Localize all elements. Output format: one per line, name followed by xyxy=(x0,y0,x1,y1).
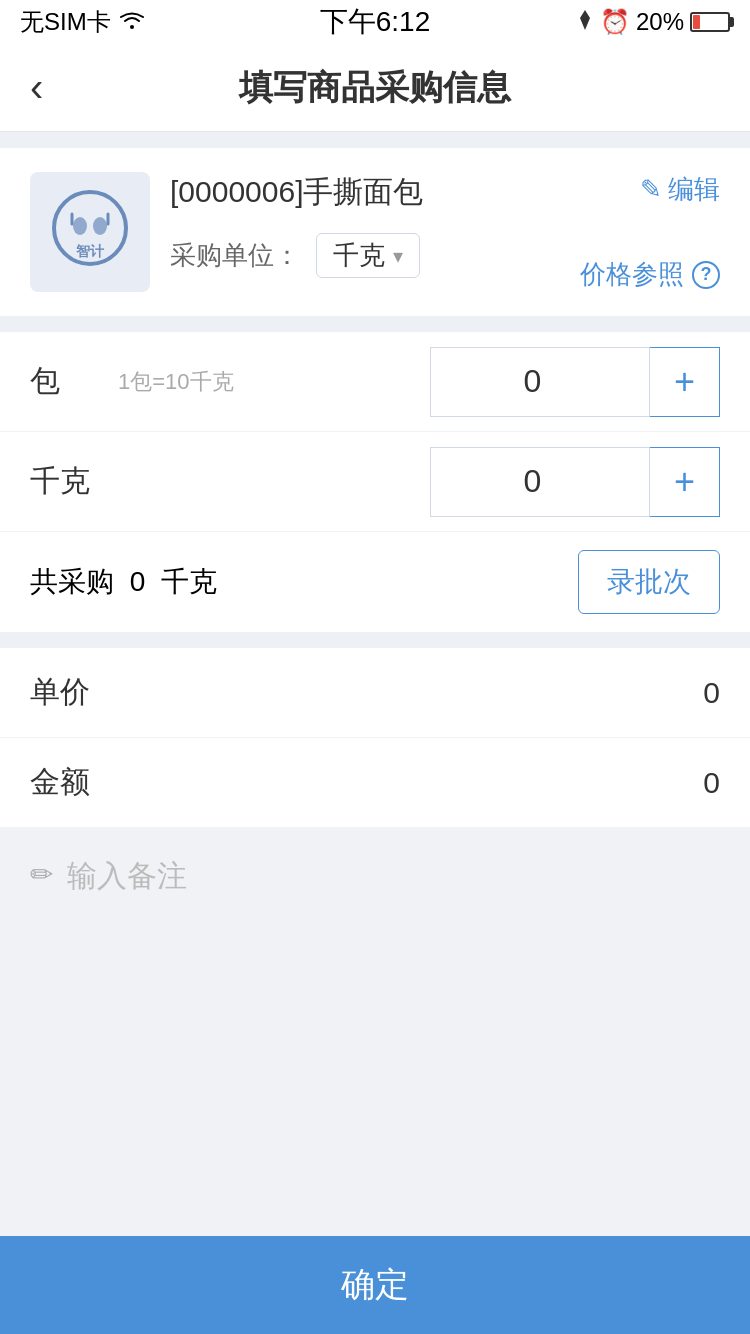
product-name: [0000006]手撕面包 xyxy=(170,172,720,213)
unit-price-label: 单价 xyxy=(30,672,90,713)
page-title: 填写商品采购信息 xyxy=(239,65,511,111)
pack-plus-button[interactable]: + xyxy=(650,347,720,417)
pack-controls: + xyxy=(430,347,720,417)
price-section: 单价 0 金额 0 xyxy=(0,648,750,828)
mid-divider xyxy=(0,316,750,332)
pack-input-row: 包 1包=10千克 + xyxy=(0,332,750,432)
status-right: ⏰ 20% xyxy=(576,8,730,36)
svg-text:智计: 智计 xyxy=(75,243,105,259)
unit-label: 采购单位： xyxy=(170,238,300,273)
chevron-down-icon: ▾ xyxy=(393,244,403,268)
unit-price-row: 单价 0 xyxy=(0,648,750,738)
pack-label: 包 xyxy=(30,361,110,402)
edit-icon: ✎ xyxy=(640,174,662,205)
summary-text: 共采购 0 千克 xyxy=(30,563,217,601)
kg-controls: + xyxy=(430,447,720,517)
product-logo: 智计 xyxy=(50,188,130,277)
svg-point-2 xyxy=(93,217,107,235)
pack-sub-label: 1包=10千克 xyxy=(118,367,234,397)
product-section: 智计 [0000006]手撕面包 采购单位： 千克 ▾ ✎ 编辑 价格参照 ? xyxy=(0,148,750,316)
pack-input[interactable] xyxy=(430,347,650,417)
nav-bar: ‹ 填写商品采购信息 xyxy=(0,44,750,132)
price-ref-button[interactable]: 价格参照 ? xyxy=(580,257,720,292)
back-button[interactable]: ‹ xyxy=(30,65,43,110)
kg-input[interactable] xyxy=(430,447,650,517)
amount-value: 0 xyxy=(703,766,720,800)
amount-label: 金额 xyxy=(30,762,90,803)
battery-icon xyxy=(690,12,730,32)
note-placeholder: 输入备注 xyxy=(67,856,187,897)
edit-label: 编辑 xyxy=(668,172,720,207)
price-ref-label: 价格参照 xyxy=(580,257,684,292)
bottom-divider xyxy=(0,632,750,648)
summary-prefix: 共采购 xyxy=(30,566,114,597)
confirm-button[interactable]: 确定 xyxy=(0,1236,750,1334)
status-bar: 无SIM卡 下午6:12 ⏰ 20% xyxy=(0,0,750,44)
unit-value: 千克 xyxy=(333,238,385,273)
battery-percent: 20% xyxy=(636,8,684,36)
kg-label: 千克 xyxy=(30,461,110,502)
wifi-icon xyxy=(119,8,145,36)
alarm-icon: ⏰ xyxy=(600,8,630,36)
status-left: 无SIM卡 xyxy=(20,6,145,38)
carrier-text: 无SIM卡 xyxy=(20,6,111,38)
status-time: 下午6:12 xyxy=(320,3,431,41)
location-icon xyxy=(576,8,594,36)
kg-input-row: 千克 + xyxy=(0,432,750,532)
input-section: 包 1包=10千克 + 千克 + xyxy=(0,332,750,532)
top-divider xyxy=(0,132,750,148)
confirm-label: 确定 xyxy=(341,1262,409,1308)
amount-row: 金额 0 xyxy=(0,738,750,828)
unit-select[interactable]: 千克 ▾ xyxy=(316,233,420,278)
pencil-icon: ✏ xyxy=(30,858,53,891)
summary-unit: 千克 xyxy=(161,566,217,597)
unit-price-value: 0 xyxy=(703,676,720,710)
batch-button[interactable]: 录批次 xyxy=(578,550,720,614)
kg-plus-button[interactable]: + xyxy=(650,447,720,517)
help-icon: ? xyxy=(692,261,720,289)
edit-button[interactable]: ✎ 编辑 xyxy=(640,172,720,207)
summary-row: 共采购 0 千克 录批次 xyxy=(0,532,750,632)
product-image: 智计 xyxy=(30,172,150,292)
svg-point-1 xyxy=(73,217,87,235)
note-section[interactable]: ✏ 输入备注 xyxy=(0,828,750,1128)
summary-value: 0 xyxy=(130,566,146,597)
